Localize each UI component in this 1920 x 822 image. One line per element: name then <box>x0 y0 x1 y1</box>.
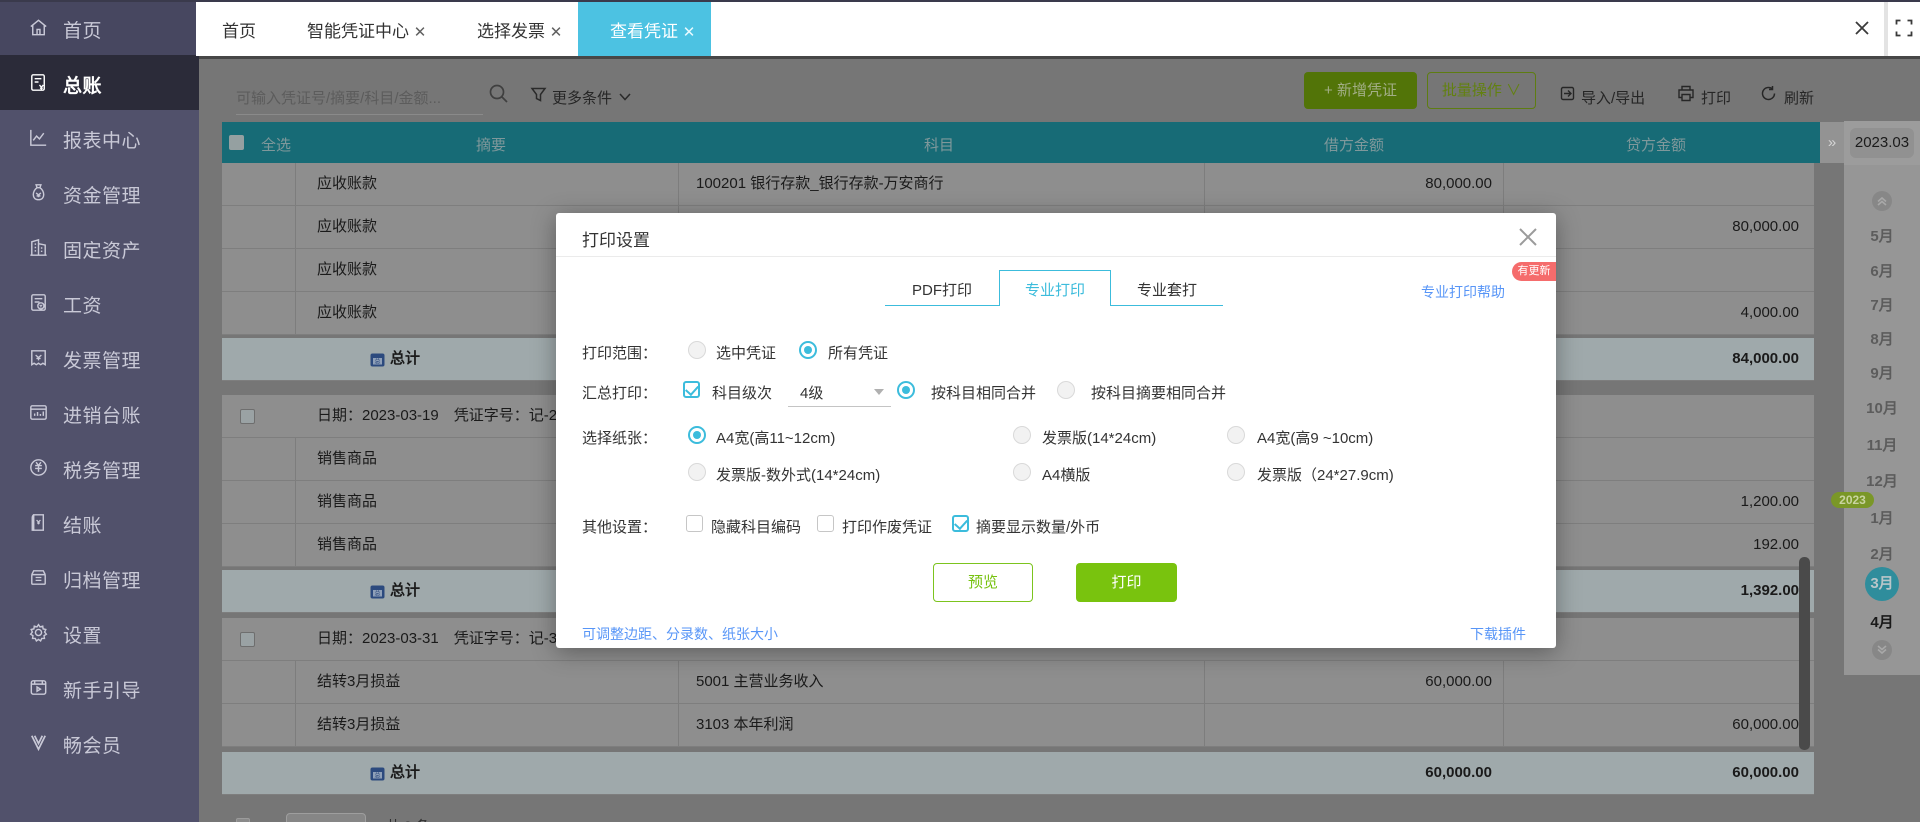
svg-text:总: 总 <box>374 772 380 780</box>
svg-text:总: 总 <box>374 358 380 366</box>
svg-text:总: 总 <box>374 590 380 598</box>
